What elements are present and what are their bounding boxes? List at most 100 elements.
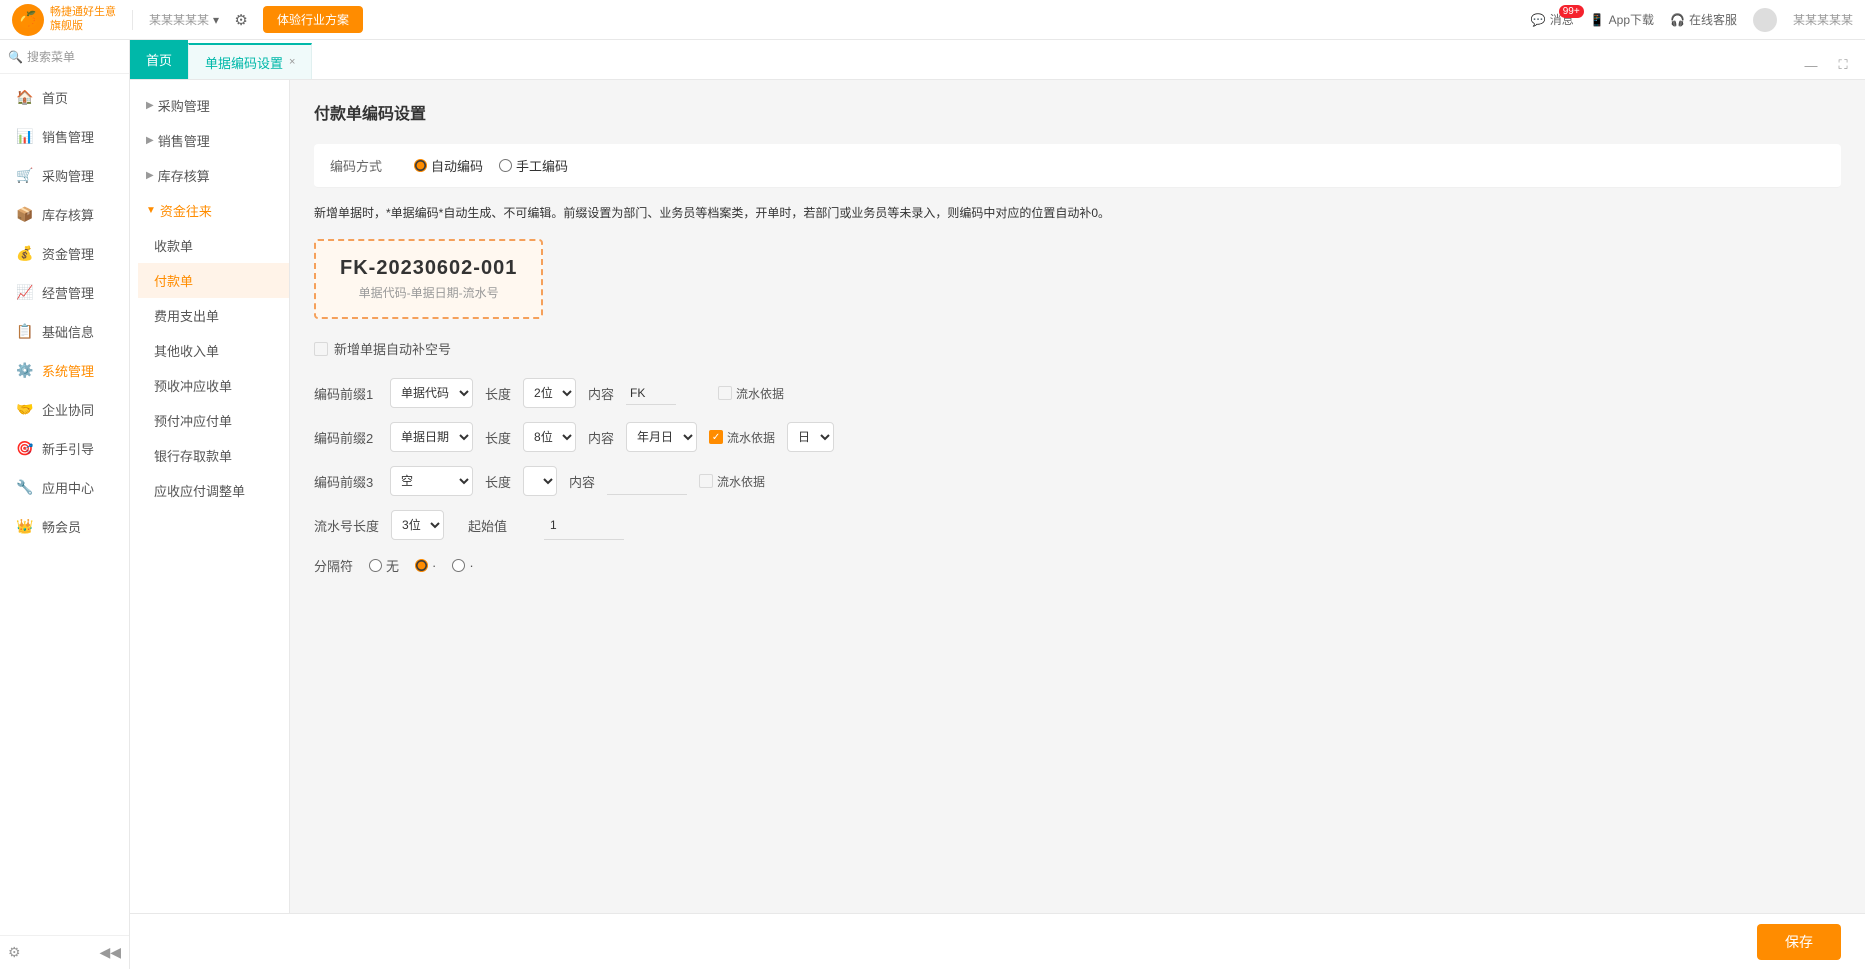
settings-bottom-icon[interactable]: ⚙ (8, 944, 21, 961)
dropdown-arrow-icon: ▾ (213, 13, 219, 27)
tab-minimize-icon[interactable]: — (1797, 51, 1825, 79)
serial-length-label: 流水号长度 (314, 516, 379, 535)
sub-menu-receipt[interactable]: 收款单 (138, 228, 289, 263)
start-value-label: 起始值 (468, 516, 532, 535)
bottom-bar: 保存 (130, 913, 1865, 969)
tab-maximize-icon[interactable]: ⛶ (1829, 51, 1857, 79)
code-preview: FK-20230602-001 单据代码-单据日期-流水号 (314, 239, 543, 319)
prefix2-label: 编码前缀2 (314, 428, 378, 447)
sub-menu-sales[interactable]: ▶ 销售管理 (130, 123, 289, 158)
auto-fill-checkbox[interactable] (314, 342, 328, 356)
sidebar-item-newbie[interactable]: 🎯 新手引导 (0, 429, 129, 468)
serial1-checkbox[interactable] (718, 386, 732, 400)
sidebar-item-member[interactable]: 👑 畅会员 (0, 507, 129, 546)
sep-dot-radio[interactable] (415, 559, 428, 572)
sub-menu-expense[interactable]: 费用支出单 (138, 298, 289, 333)
sidebar-item-operations[interactable]: 📈 经营管理 (0, 273, 129, 312)
sub-menu-ar-ap-adjust[interactable]: 应收应付调整单 (138, 473, 289, 508)
sub-menu-other-income[interactable]: 其他收入单 (138, 333, 289, 368)
length1-select[interactable]: 2位 4位 6位 (523, 378, 576, 408)
sidebar-item-purchase[interactable]: 🛒 采购管理 (0, 156, 129, 195)
user-avatar[interactable] (1753, 8, 1777, 32)
search-menu-button[interactable]: 🔍 搜索菜单 (0, 40, 129, 74)
sidebar-item-home[interactable]: 🏠 首页 (0, 78, 129, 117)
prefix1-select[interactable]: 单据代码 空 (390, 378, 473, 408)
top-bar: 🍊 畅捷通好生意 旗舰版 某某某某某 ▾ ⚙ 体验行业方案 💬 消息 99+ 📱… (0, 0, 1865, 40)
serial3-checkbox-row: 流水依据 (699, 473, 765, 490)
sub-menu-group-purchase: ▶ 采购管理 (130, 88, 289, 123)
sub-menu-payment[interactable]: 付款单 (138, 263, 289, 298)
serial1-checkbox-row: 流水依据 (718, 385, 784, 402)
manual-encoding-option[interactable]: 手工编码 (499, 156, 568, 175)
sidebar-item-enterprise[interactable]: 🤝 企业协同 (0, 390, 129, 429)
sidebar-item-basic-info[interactable]: 📋 基础信息 (0, 312, 129, 351)
logo-icon: 🍊 (12, 4, 44, 36)
serial2-checkbox[interactable]: ✓ (709, 430, 723, 444)
length2-select[interactable]: 8位 4位 6位 (523, 422, 576, 452)
prefix3-row: 编码前缀3 空 单据代码 长度 内容 流水依据 (314, 466, 1841, 496)
search-icon: 🔍 (8, 50, 23, 64)
online-service-button[interactable]: 🎧 在线客服 (1670, 11, 1737, 28)
tab-bill-encoding[interactable]: 单据编码设置 × (188, 43, 312, 79)
tab-home[interactable]: 首页 (130, 40, 188, 79)
collapse-sidebar-icon[interactable]: ◀◀ (99, 944, 121, 961)
sub-menu-group-sales: ▶ 销售管理 (130, 123, 289, 158)
length3-label: 长度 (485, 472, 511, 491)
auto-encoding-radio[interactable] (414, 159, 427, 172)
trial-button[interactable]: 体验行业方案 (263, 6, 363, 33)
code-preview-value: FK-20230602-001 (340, 257, 517, 280)
sub-menu-funds-children: 收款单 付款单 费用支出单 其他收入单 预收冲应收单 (130, 228, 289, 508)
sub-menu-funds[interactable]: ▼ 资金往来 (130, 193, 289, 228)
basic-info-icon: 📋 (16, 323, 34, 341)
sub-menu-purchase[interactable]: ▶ 采购管理 (130, 88, 289, 123)
sidebar-item-inventory[interactable]: 📦 库存核算 (0, 195, 129, 234)
prefix3-select[interactable]: 空 单据代码 (390, 466, 473, 496)
sidebar-item-finance[interactable]: 💰 资金管理 (0, 234, 129, 273)
serial-length-select[interactable]: 3位 4位 5位 (391, 510, 444, 540)
info-text: 新增单据时，*单据编码*自动生成、不可编辑。前缀设置为部门、业务员等档案类，开单… (314, 204, 1841, 223)
prefix3-label: 编码前缀3 (314, 472, 378, 491)
sub-menu-bank-deposit[interactable]: 银行存取款单 (138, 438, 289, 473)
sep-none-option[interactable]: 无 (369, 556, 399, 575)
serial3-checkbox[interactable] (699, 474, 713, 488)
inventory-icon: 📦 (16, 206, 34, 224)
length3-select[interactable] (523, 466, 557, 496)
sub-menu-inventory2[interactable]: ▶ 库存核算 (130, 158, 289, 193)
sidebar-item-sales[interactable]: 📊 销售管理 (0, 117, 129, 156)
message-button[interactable]: 💬 消息 99+ (1531, 11, 1574, 28)
sep-dot-option[interactable]: · (415, 558, 436, 573)
sidebar-item-appcenter[interactable]: 🔧 应用中心 (0, 468, 129, 507)
sep-none-radio[interactable] (369, 559, 382, 572)
content1-display: FK (626, 382, 706, 405)
sidebar-item-system[interactable]: ⚙️ 系统管理 (0, 351, 129, 390)
save-button[interactable]: 保存 (1757, 924, 1841, 960)
member-icon: 👑 (16, 518, 34, 536)
content2-label: 内容 (588, 428, 614, 447)
main-layout: 🔍 搜索菜单 🏠 首页 📊 销售管理 🛒 采购管理 📦 库存核算 💰 (0, 40, 1865, 969)
serial2-date-select[interactable]: 日 月 (787, 422, 834, 452)
page-content: 付款单编码设置 编码方式 自动编码 手工编码 新增单据时，*单据编码*自动生成 (290, 80, 1865, 913)
prefix2-select[interactable]: 单据日期 空 (390, 422, 473, 452)
auto-encoding-option[interactable]: 自动编码 (414, 156, 483, 175)
settings-icon[interactable]: ⚙ (227, 6, 255, 34)
company-dropdown[interactable]: 某某某某某 ▾ (149, 11, 219, 28)
tab-bar: 首页 单据编码设置 × — ⛶ (130, 40, 1865, 80)
sep-dot2-radio[interactable] (452, 559, 465, 572)
app-logo: 🍊 畅捷通好生意 旗舰版 (12, 4, 116, 36)
logo-text: 畅捷通好生意 旗舰版 (50, 6, 116, 32)
start-value-input[interactable] (544, 510, 624, 540)
tab-close-icon[interactable]: × (289, 56, 295, 68)
username-display: 某某某某某 (1793, 11, 1853, 28)
content2-select[interactable]: 年月日 年月 (626, 422, 697, 452)
app-download-button[interactable]: 📱 App下载 (1590, 11, 1654, 28)
appcenter-icon: 🔧 (16, 479, 34, 497)
chevron-right-icon: ▶ (146, 100, 154, 111)
sep-dot2-option[interactable]: · (452, 558, 473, 573)
top-bar-left: 🍊 畅捷通好生意 旗舰版 某某某某某 ▾ ⚙ 体验行业方案 (12, 4, 363, 36)
prefix1-row: 编码前缀1 单据代码 空 长度 2位 4位 6位 内容 FK (314, 378, 1841, 408)
chevron-right-icon-3: ▶ (146, 170, 154, 181)
sub-menu-advance-payable[interactable]: 预付冲应付单 (138, 403, 289, 438)
manual-encoding-radio[interactable] (499, 159, 512, 172)
sub-menu-advance-receivable[interactable]: 预收冲应收单 (138, 368, 289, 403)
download-icon: 📱 (1590, 13, 1605, 27)
